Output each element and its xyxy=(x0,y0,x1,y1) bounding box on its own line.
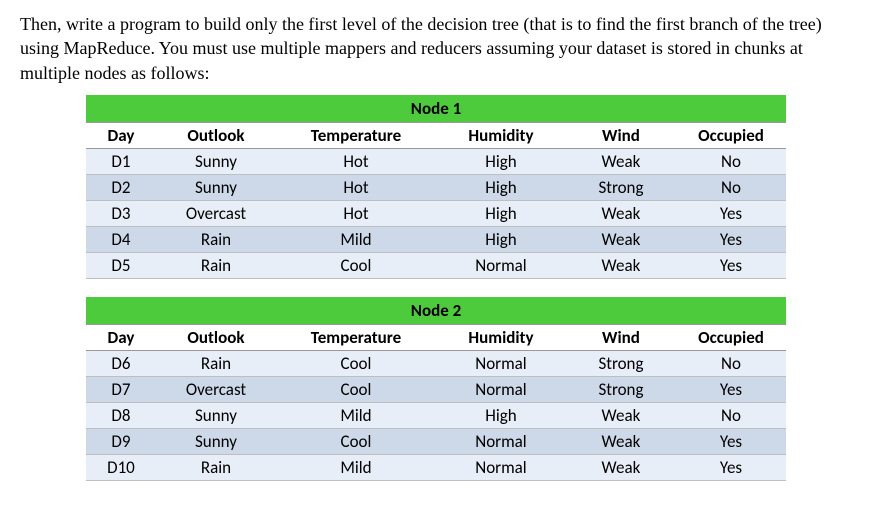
cell-temp: Cool xyxy=(276,376,436,402)
cell-temp: Hot xyxy=(276,148,436,174)
cell-occupied: Yes xyxy=(676,454,786,480)
cell-occupied: Yes xyxy=(676,226,786,252)
cell-wind: Weak xyxy=(566,148,676,174)
cell-outlook: Rain xyxy=(156,252,276,278)
cell-outlook: Sunny xyxy=(156,428,276,454)
cell-temp: Cool xyxy=(276,252,436,278)
cell-temp: Hot xyxy=(276,200,436,226)
cell-wind: Weak xyxy=(566,252,676,278)
cell-temp: Mild xyxy=(276,226,436,252)
cell-wind: Weak xyxy=(566,226,676,252)
table-row: D7 Overcast Cool Normal Strong Yes xyxy=(86,376,786,402)
col-humidity: Humidity xyxy=(436,324,566,350)
cell-outlook: Sunny xyxy=(156,402,276,428)
instruction-text: Then, write a program to build only the … xyxy=(20,12,852,85)
cell-occupied: No xyxy=(676,350,786,376)
table-row: D8 Sunny Mild High Weak No xyxy=(86,402,786,428)
cell-temp: Cool xyxy=(276,428,436,454)
table-row: D9 Sunny Cool Normal Weak Yes xyxy=(86,428,786,454)
cell-humidity: High xyxy=(436,200,566,226)
cell-temp: Cool xyxy=(276,350,436,376)
cell-humidity: High xyxy=(436,226,566,252)
cell-outlook: Overcast xyxy=(156,376,276,402)
cell-outlook: Sunny xyxy=(156,148,276,174)
cell-day: D1 xyxy=(86,148,156,174)
table-row: D1 Sunny Hot High Weak No xyxy=(86,148,786,174)
cell-occupied: Yes xyxy=(676,252,786,278)
cell-wind: Weak xyxy=(566,200,676,226)
cell-temp: Hot xyxy=(276,174,436,200)
node2-title-row: Node 2 xyxy=(86,297,786,325)
col-outlook: Outlook xyxy=(156,122,276,148)
cell-humidity: Normal xyxy=(436,350,566,376)
col-wind: Wind xyxy=(566,122,676,148)
table-row: D6 Rain Cool Normal Strong No xyxy=(86,350,786,376)
node1-table: Node 1 Day Outlook Temperature Humidity … xyxy=(86,95,786,279)
cell-occupied: Yes xyxy=(676,428,786,454)
node2-table: Node 2 Day Outlook Temperature Humidity … xyxy=(86,297,786,481)
table-row: D5 Rain Cool Normal Weak Yes xyxy=(86,252,786,278)
cell-day: D9 xyxy=(86,428,156,454)
node1-title-row: Node 1 xyxy=(86,95,786,123)
cell-occupied: Yes xyxy=(676,200,786,226)
col-occupied: Occupied xyxy=(676,324,786,350)
cell-day: D8 xyxy=(86,402,156,428)
cell-wind: Weak xyxy=(566,454,676,480)
cell-day: D10 xyxy=(86,454,156,480)
table-row: D3 Overcast Hot High Weak Yes xyxy=(86,200,786,226)
table-row: D4 Rain Mild High Weak Yes xyxy=(86,226,786,252)
col-temp: Temperature xyxy=(276,324,436,350)
cell-outlook: Rain xyxy=(156,350,276,376)
cell-day: D5 xyxy=(86,252,156,278)
cell-occupied: No xyxy=(676,402,786,428)
cell-occupied: No xyxy=(676,174,786,200)
node1-header-row: Day Outlook Temperature Humidity Wind Oc… xyxy=(86,122,786,148)
cell-day: D7 xyxy=(86,376,156,402)
node1-title: Node 1 xyxy=(86,95,786,123)
cell-humidity: High xyxy=(436,148,566,174)
cell-outlook: Rain xyxy=(156,454,276,480)
cell-humidity: Normal xyxy=(436,252,566,278)
col-temp: Temperature xyxy=(276,122,436,148)
cell-wind: Strong xyxy=(566,174,676,200)
cell-wind: Strong xyxy=(566,350,676,376)
cell-humidity: Normal xyxy=(436,376,566,402)
col-wind: Wind xyxy=(566,324,676,350)
cell-outlook: Overcast xyxy=(156,200,276,226)
cell-wind: Weak xyxy=(566,428,676,454)
cell-humidity: High xyxy=(436,174,566,200)
cell-temp: Mild xyxy=(276,402,436,428)
cell-outlook: Rain xyxy=(156,226,276,252)
cell-temp: Mild xyxy=(276,454,436,480)
cell-outlook: Sunny xyxy=(156,174,276,200)
table-row: D2 Sunny Hot High Strong No xyxy=(86,174,786,200)
col-occupied: Occupied xyxy=(676,122,786,148)
col-humidity: Humidity xyxy=(436,122,566,148)
node2-title: Node 2 xyxy=(86,297,786,325)
col-day: Day xyxy=(86,324,156,350)
cell-occupied: Yes xyxy=(676,376,786,402)
cell-day: D3 xyxy=(86,200,156,226)
cell-wind: Weak xyxy=(566,402,676,428)
cell-humidity: Normal xyxy=(436,454,566,480)
table-row: D10 Rain Mild Normal Weak Yes xyxy=(86,454,786,480)
cell-humidity: High xyxy=(436,402,566,428)
cell-occupied: No xyxy=(676,148,786,174)
cell-day: D2 xyxy=(86,174,156,200)
cell-day: D6 xyxy=(86,350,156,376)
node2-header-row: Day Outlook Temperature Humidity Wind Oc… xyxy=(86,324,786,350)
col-outlook: Outlook xyxy=(156,324,276,350)
tables-area: Node 1 Day Outlook Temperature Humidity … xyxy=(20,95,852,481)
cell-humidity: Normal xyxy=(436,428,566,454)
cell-day: D4 xyxy=(86,226,156,252)
col-day: Day xyxy=(86,122,156,148)
cell-wind: Strong xyxy=(566,376,676,402)
